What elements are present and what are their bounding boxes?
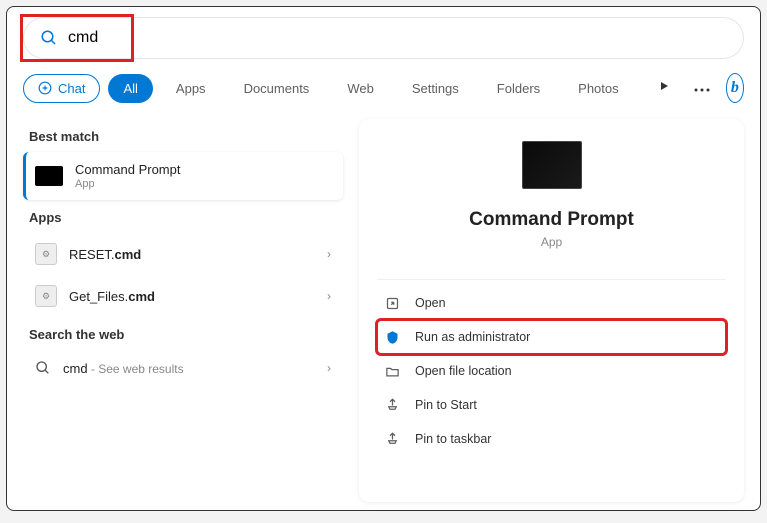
filter-settings[interactable]: Settings xyxy=(397,74,474,103)
bing-icon[interactable]: b xyxy=(726,73,744,103)
search-icon xyxy=(35,360,51,376)
section-web: Search the web xyxy=(29,327,343,342)
filter-bar: Chat All Apps Documents Web Settings Fol… xyxy=(23,73,744,103)
action-label: Open file location xyxy=(415,364,512,378)
action-label: Pin to taskbar xyxy=(415,432,491,446)
filter-web[interactable]: Web xyxy=(332,74,389,103)
divider xyxy=(377,279,726,280)
play-icon[interactable] xyxy=(650,75,678,101)
cmd-icon xyxy=(35,166,63,186)
filter-documents[interactable]: Documents xyxy=(229,74,325,103)
detail-title: Command Prompt xyxy=(377,209,726,231)
section-apps: Apps xyxy=(29,210,343,225)
action-run-as-admin[interactable]: Run as administrator xyxy=(377,320,726,354)
more-icon[interactable] xyxy=(686,75,718,101)
result-getfiles-cmd[interactable]: ⚙ Get_Files.cmd › xyxy=(23,275,343,317)
search-bar[interactable] xyxy=(23,17,744,59)
pin-icon xyxy=(383,396,401,414)
filter-all[interactable]: All xyxy=(108,74,152,103)
action-open-location[interactable]: Open file location xyxy=(377,354,726,388)
result-sub: App xyxy=(75,178,331,190)
result-reset-cmd[interactable]: ⚙ RESET.cmd › xyxy=(23,233,343,275)
script-icon: ⚙ xyxy=(35,285,57,307)
result-prefix: RESET. xyxy=(69,247,115,262)
chevron-right-icon: › xyxy=(327,361,331,375)
web-suffix: - See web results xyxy=(88,362,184,376)
filter-folders[interactable]: Folders xyxy=(482,74,555,103)
chevron-right-icon: › xyxy=(327,247,331,261)
script-icon: ⚙ xyxy=(35,243,57,265)
result-title: Command Prompt xyxy=(75,162,331,177)
search-input[interactable] xyxy=(68,29,727,47)
detail-sub: App xyxy=(377,235,726,249)
result-web-cmd[interactable]: cmd - See web results › xyxy=(23,350,343,386)
section-best-match: Best match xyxy=(29,129,343,144)
result-command-prompt[interactable]: Command Prompt App xyxy=(23,152,343,200)
cmd-large-icon xyxy=(522,141,582,189)
action-open[interactable]: Open xyxy=(377,286,726,320)
action-label: Open xyxy=(415,296,446,310)
filter-chat[interactable]: Chat xyxy=(23,74,100,103)
results-panel: Best match Command Prompt App Apps ⚙ RES… xyxy=(23,119,343,502)
shield-icon xyxy=(383,328,401,346)
filter-chat-label: Chat xyxy=(58,81,85,96)
folder-icon xyxy=(383,362,401,380)
open-icon xyxy=(383,294,401,312)
result-ext: cmd xyxy=(115,247,142,262)
pin-icon xyxy=(383,430,401,448)
result-ext: cmd xyxy=(128,289,155,304)
search-icon xyxy=(40,29,58,47)
result-prefix: Get_Files. xyxy=(69,289,128,304)
filter-apps[interactable]: Apps xyxy=(161,74,221,103)
detail-panel: Command Prompt App Open Run as administr… xyxy=(359,119,744,502)
action-label: Run as administrator xyxy=(415,330,530,344)
chevron-right-icon: › xyxy=(327,289,331,303)
action-pin-start[interactable]: Pin to Start xyxy=(377,388,726,422)
filter-photos[interactable]: Photos xyxy=(563,74,633,103)
action-label: Pin to Start xyxy=(415,398,477,412)
web-query: cmd xyxy=(63,361,88,376)
search-window: Chat All Apps Documents Web Settings Fol… xyxy=(6,6,761,511)
action-pin-taskbar[interactable]: Pin to taskbar xyxy=(377,422,726,456)
